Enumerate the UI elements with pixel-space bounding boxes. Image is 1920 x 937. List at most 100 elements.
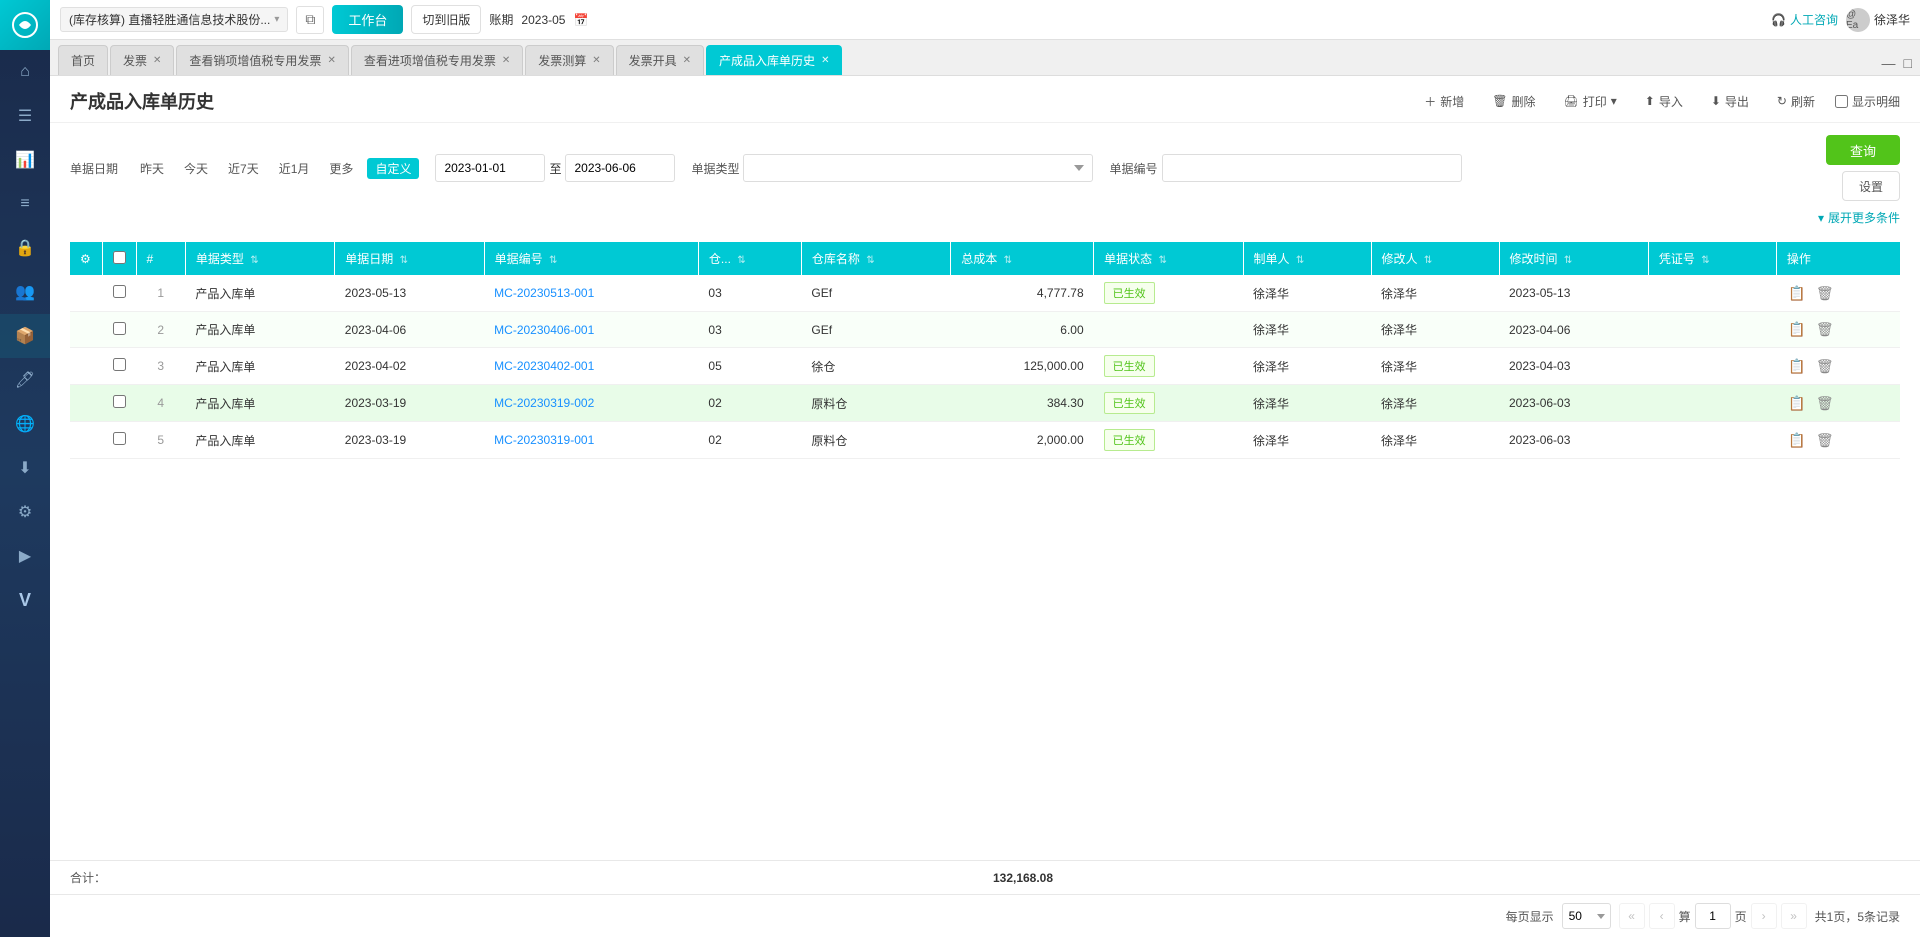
import-button[interactable]: ⬆ 导入 (1637, 89, 1691, 114)
row-check[interactable] (102, 312, 136, 348)
row-modifier: 徐泽华 (1371, 422, 1499, 459)
delete-row-button[interactable]: 🗑 (1814, 430, 1836, 451)
th-wh-code[interactable]: 仓... ⇅ (698, 242, 801, 275)
user-menu[interactable]: @ Ea 徐泽华 (1846, 8, 1910, 32)
delete-row-button[interactable]: 🗑 (1814, 319, 1836, 340)
row-check[interactable] (102, 422, 136, 459)
delete-row-button[interactable]: 🗑 (1814, 356, 1836, 377)
th-creator[interactable]: 制单人 ⇅ (1243, 242, 1371, 275)
date-end-input[interactable] (565, 154, 675, 182)
tab-invoice-calc[interactable]: 发票测算 ✕ (525, 45, 613, 75)
tab-invoice-open[interactable]: 发票开具 ✕ (616, 45, 704, 75)
lock-icon[interactable]: 🔒 (0, 226, 50, 270)
tab-purchase-vat[interactable]: 查看进项增值税专用发票 ✕ (351, 45, 523, 75)
custom-btn[interactable]: 自定义 (367, 158, 419, 179)
last-page-button[interactable]: » (1781, 903, 1807, 929)
people-icon[interactable]: 👥 (0, 270, 50, 314)
row-number[interactable]: MC-20230319-002 (484, 385, 698, 422)
tab-product-in[interactable]: 产成品入库单历史 ✕ (706, 45, 842, 75)
page-number-input[interactable] (1695, 903, 1731, 929)
th-number[interactable]: 单据编号 ⇅ (484, 242, 698, 275)
export-button[interactable]: ⬇ 导出 (1703, 89, 1757, 114)
row-modify-time: 2023-05-13 (1499, 275, 1648, 312)
number-input[interactable] (1162, 154, 1462, 182)
th-settings[interactable]: ⚙ (70, 242, 102, 275)
edit-row-button[interactable]: 📋 (1786, 319, 1807, 340)
th-voucher[interactable]: 凭证号 ⇅ (1648, 242, 1776, 275)
last1month-btn[interactable]: 近1月 (273, 158, 316, 179)
close-icon[interactable]: ✕ (683, 55, 691, 66)
th-type[interactable]: 单据类型 ⇅ (185, 242, 334, 275)
calendar-icon[interactable]: 📅 (573, 13, 588, 27)
tab-home[interactable]: 首页 (58, 45, 108, 75)
reset-button[interactable]: 设置 (1842, 171, 1900, 201)
v-logo-icon[interactable]: V (0, 578, 50, 622)
refresh-button[interactable]: ↻ 刷新 (1769, 89, 1823, 114)
close-icon[interactable]: ✕ (153, 55, 161, 66)
yesterday-btn[interactable]: 昨天 (134, 158, 170, 179)
delete-button[interactable]: 🗑 删除 (1484, 89, 1543, 114)
show-details-toggle[interactable]: 显示明细 (1835, 93, 1900, 110)
first-page-button[interactable]: « (1619, 903, 1645, 929)
expand-filter-button[interactable]: ▾ 展开更多条件 (1818, 209, 1900, 226)
inventory-icon[interactable]: 📦 (0, 314, 50, 358)
help-button[interactable]: 🎧 人工咨询 (1771, 11, 1838, 28)
gear-icon[interactable]: ⚙ (0, 490, 50, 534)
edit-row-button[interactable]: 📋 (1786, 430, 1807, 451)
edit-row-button[interactable]: 📋 (1786, 393, 1807, 414)
edit-row-button[interactable]: 📋 (1786, 283, 1807, 304)
row-number[interactable]: MC-20230406-001 (484, 312, 698, 348)
row-number[interactable]: MC-20230402-001 (484, 348, 698, 385)
delete-row-button[interactable]: 🗑 (1814, 393, 1836, 414)
last7days-btn[interactable]: 近7天 (222, 158, 265, 179)
new-button[interactable]: ＋ 新增 (1416, 89, 1472, 114)
show-details-checkbox[interactable] (1835, 95, 1848, 108)
row-check[interactable] (102, 348, 136, 385)
minimize-button[interactable]: — (1882, 55, 1896, 71)
type-select[interactable] (743, 154, 1093, 182)
more-btn[interactable]: 更多 (323, 158, 359, 179)
print-button[interactable]: 🖨 打印 ▾ (1555, 89, 1624, 114)
tab-invoice[interactable]: 发票 ✕ (110, 45, 174, 75)
close-icon[interactable]: ✕ (502, 55, 510, 66)
delete-row-button[interactable]: 🗑 (1814, 283, 1836, 304)
workbench-button[interactable]: 工作台 (332, 5, 403, 34)
copy-button[interactable]: ⧉ (296, 6, 324, 34)
row-check[interactable] (102, 385, 136, 422)
edit-row-button[interactable]: 📋 (1786, 356, 1807, 377)
company-selector[interactable]: (库存核算) 直播轻胜通信息技术股份... ▾ (60, 7, 288, 32)
today-btn[interactable]: 今天 (178, 158, 214, 179)
download-icon[interactable]: ⬇ (0, 446, 50, 490)
th-checkbox[interactable] (102, 242, 136, 275)
row-number[interactable]: MC-20230319-001 (484, 422, 698, 459)
row-number[interactable]: MC-20230513-001 (484, 275, 698, 312)
th-status[interactable]: 单据状态 ⇅ (1094, 242, 1243, 275)
next-page-button[interactable]: › (1751, 903, 1777, 929)
th-modify-time[interactable]: 修改时间 ⇅ (1499, 242, 1648, 275)
th-total[interactable]: 总成本 ⇅ (951, 242, 1094, 275)
close-icon[interactable]: ✕ (592, 55, 600, 66)
query-button[interactable]: 查询 (1826, 135, 1900, 165)
th-modifier[interactable]: 修改人 ⇅ (1371, 242, 1499, 275)
play-icon[interactable]: ▶ (0, 534, 50, 578)
globe-icon[interactable]: 🌐 (0, 402, 50, 446)
th-date[interactable]: 单据日期 ⇅ (335, 242, 484, 275)
tab-sales-vat[interactable]: 查看销项增值税专用发票 ✕ (176, 45, 348, 75)
per-page-select[interactable]: 50 10 20 100 (1562, 903, 1611, 929)
document-icon[interactable]: ☰ (0, 94, 50, 138)
row-check[interactable] (102, 275, 136, 312)
date-start-input[interactable] (435, 154, 545, 182)
home-icon[interactable]: ⌂ (0, 50, 50, 94)
close-icon[interactable]: ✕ (821, 55, 829, 66)
select-all-checkbox[interactable] (113, 251, 126, 264)
maximize-button[interactable]: □ (1904, 55, 1912, 71)
close-icon[interactable]: ✕ (327, 55, 335, 66)
row-creator: 徐泽华 (1243, 385, 1371, 422)
list-icon[interactable]: ≡ (0, 182, 50, 226)
stamp-icon[interactable]: 🖊 (0, 358, 50, 402)
th-wh-name[interactable]: 仓库名称 ⇅ (801, 242, 950, 275)
switch-old-version-button[interactable]: 切到旧版 (411, 5, 481, 34)
prev-page-button[interactable]: ‹ (1649, 903, 1675, 929)
chart-bar-icon[interactable]: 📊 (0, 138, 50, 182)
status-badge: 已生效 (1104, 429, 1155, 451)
